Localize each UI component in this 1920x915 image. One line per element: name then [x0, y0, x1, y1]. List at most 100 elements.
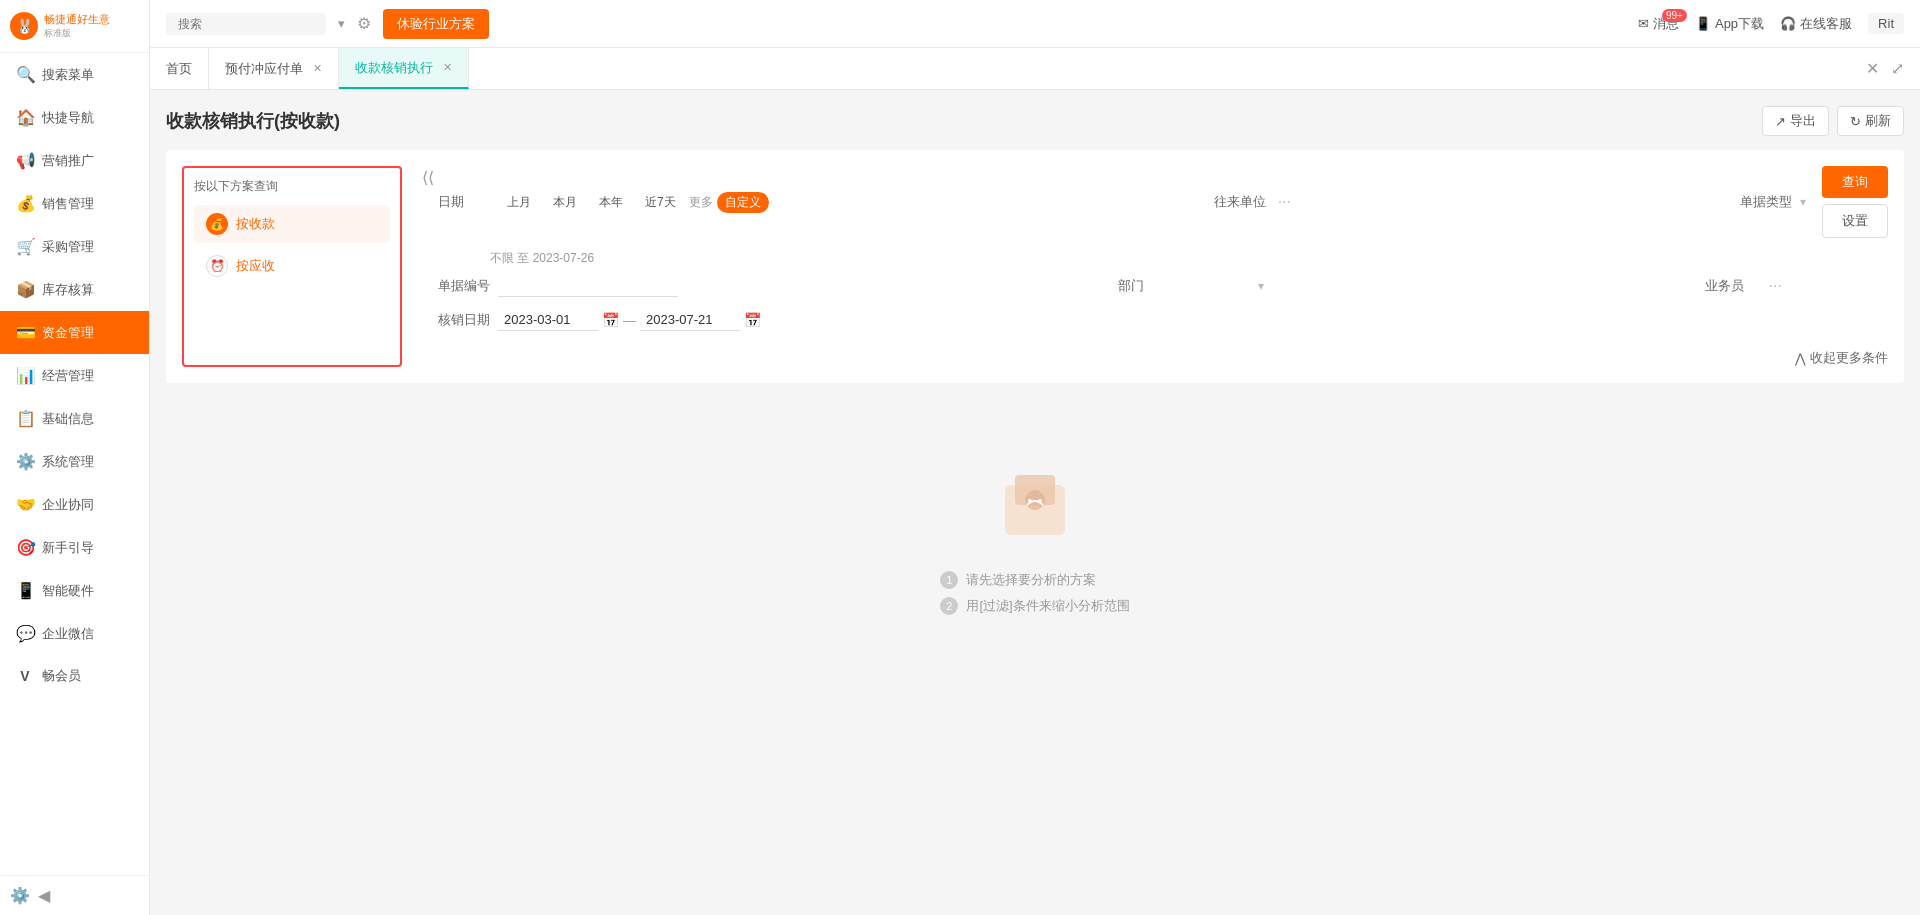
sidebar-item-basic-info[interactable]: 📋 基础信息 — [0, 397, 149, 440]
date-last-month-btn[interactable]: 上月 — [498, 191, 540, 214]
staff-label: 业务员 — [1705, 277, 1757, 295]
filter-panel: 按以下方案查询 💰 按收款 ⏰ 按应收 ⟨⟨ 日期 — [166, 150, 1904, 383]
date-last-7-days-btn[interactable]: 近7天 — [636, 191, 685, 214]
verify-start-input[interactable] — [498, 309, 598, 331]
tab-expand-action[interactable]: ⤢ — [1887, 55, 1908, 82]
page-header: 收款核销执行(按收款) ↗ 导出 ↻ 刷新 — [166, 106, 1904, 136]
sidebar-item-label: 畅会员 — [42, 667, 81, 685]
membership-icon: V — [16, 668, 34, 684]
sidebar-item-beginner[interactable]: 🎯 新手引导 — [0, 526, 149, 569]
tab-home[interactable]: 首页 — [150, 48, 209, 89]
date-this-year-btn[interactable]: 本年 — [590, 191, 632, 214]
collapse-more-label: 收起更多条件 — [1810, 349, 1888, 367]
verify-start-cal-icon[interactable]: 📅 — [602, 312, 619, 328]
date-more-btn[interactable]: 更多 — [689, 194, 713, 211]
doc-type-select[interactable]: ▾ — [1800, 195, 1806, 209]
search-button[interactable]: 查询 — [1822, 166, 1888, 198]
industry-btn[interactable]: 休验行业方案 — [383, 9, 489, 39]
sidebar-item-label: 搜索菜单 — [42, 66, 94, 84]
sales-icon: 💰 — [16, 194, 34, 213]
filter-option-by-receipt[interactable]: 💰 按收款 — [194, 205, 390, 243]
sidebar-collapse-icon[interactable]: ◀ — [38, 886, 50, 905]
date-buttons: 上月 本月 本年 近7天 更多 自定义 — [498, 191, 769, 214]
sidebar-item-operations[interactable]: 📊 经营管理 — [0, 354, 149, 397]
staff-input[interactable]: ··· — [1765, 277, 1786, 295]
tab-receipts[interactable]: 收款核销执行 ✕ — [339, 48, 469, 89]
doc-no-input[interactable] — [498, 275, 678, 297]
filter-scheme-selector: 按以下方案查询 💰 按收款 ⏰ 按应收 — [182, 166, 402, 367]
sidebar-item-search-menu[interactable]: 🔍 搜索菜单 — [0, 53, 149, 96]
filter-row-3: 核销日期 📅 — 📅 — [438, 309, 1888, 331]
service-icon: 🎧 — [1780, 16, 1796, 31]
sidebar-item-label: 采购管理 — [42, 238, 94, 256]
filter-option-by-receivable[interactable]: ⏰ 按应收 — [194, 247, 390, 285]
filter-scheme-title: 按以下方案查询 — [194, 178, 390, 195]
sidebar-item-label: 资金管理 — [42, 324, 94, 342]
sidebar-item-sales[interactable]: 💰 销售管理 — [0, 182, 149, 225]
topbar-app-btn[interactable]: 📱 App下载 — [1695, 15, 1764, 33]
counterpart-label: 往来单位 — [1214, 193, 1266, 211]
dept-select[interactable]: ▾ — [1258, 279, 1264, 293]
export-button[interactable]: ↗ 导出 — [1762, 106, 1829, 136]
sidebar-item-wechat[interactable]: 💬 企业微信 — [0, 612, 149, 655]
empty-icon — [985, 455, 1085, 555]
verify-date-range: 📅 — 📅 — [498, 309, 761, 331]
page-title: 收款核销执行(按收款) — [166, 109, 340, 133]
doc-no-field: 单据编号 — [438, 275, 678, 297]
receivable-option-icon: ⏰ — [206, 255, 228, 277]
topbar-user[interactable]: Rit — [1868, 13, 1904, 34]
counterpart-input[interactable]: ··· — [1274, 193, 1295, 211]
empty-hint-2: 2 用[过滤]条件来缩小分析范围 — [940, 597, 1129, 615]
basic-info-icon: 📋 — [16, 409, 34, 428]
sidebar-item-marketing[interactable]: 📢 营销推广 — [0, 139, 149, 182]
tab-close-action[interactable]: ✕ — [1862, 55, 1883, 82]
app-label: App下载 — [1715, 15, 1764, 33]
collapse-more-icon: ⋀ — [1795, 351, 1806, 366]
receivable-option-label: 按应收 — [236, 257, 275, 275]
refresh-label: 刷新 — [1865, 112, 1891, 130]
filter-row-1: 日期 上月 本月 本年 近7天 更多 自定义 往来单位 ··· — [438, 166, 1888, 238]
tab-home-label: 首页 — [166, 60, 192, 78]
topbar-search-input[interactable] — [166, 13, 326, 35]
hint-num-1: 1 — [940, 571, 958, 589]
wechat-icon: 💬 — [16, 624, 34, 643]
sidebar-item-finance[interactable]: 💳 资金管理 — [0, 311, 149, 354]
sidebar-item-system[interactable]: ⚙️ 系统管理 — [0, 440, 149, 483]
topbar: ▾ ⚙ 休验行业方案 ✉ 消息 99+ 📱 App下载 🎧 在线客服 Rit — [150, 0, 1920, 48]
sidebar-bottom: ⚙️ ◀ — [0, 875, 149, 915]
sidebar-item-enterprise[interactable]: 🤝 企业协同 — [0, 483, 149, 526]
sidebar-gear-icon[interactable]: ⚙️ — [10, 886, 30, 905]
tab-receipts-close[interactable]: ✕ — [443, 61, 452, 74]
finance-icon: 💳 — [16, 323, 34, 342]
sidebar-item-quick-nav[interactable]: 🏠 快捷导航 — [0, 96, 149, 139]
hint-num-2: 2 — [940, 597, 958, 615]
setting-button[interactable]: 设置 — [1822, 204, 1888, 238]
sidebar-item-label: 企业协同 — [42, 496, 94, 514]
topbar-service-btn[interactable]: 🎧 在线客服 — [1780, 15, 1852, 33]
collapse-left-arrow[interactable]: ⟨⟨ — [418, 168, 438, 187]
filter-row-2: 单据编号 部门 ▾ 业务员 ··· — [438, 275, 1888, 297]
sidebar-item-label: 新手引导 — [42, 539, 94, 557]
svg-point-4 — [1038, 499, 1042, 503]
tab-prepay[interactable]: 预付冲应付单 ✕ — [209, 48, 339, 89]
sidebar-item-membership[interactable]: V 畅会员 — [0, 655, 149, 697]
sidebar-item-purchase[interactable]: 🛒 采购管理 — [0, 225, 149, 268]
sidebar-item-inventory[interactable]: 📦 库存核算 — [0, 268, 149, 311]
date-this-month-btn[interactable]: 本月 — [544, 191, 586, 214]
sidebar-item-label: 系统管理 — [42, 453, 94, 471]
purchase-icon: 🛒 — [16, 237, 34, 256]
doc-type-label: 单据类型 — [1740, 193, 1792, 211]
dept-label: 部门 — [1118, 277, 1170, 295]
verify-end-cal-icon[interactable]: 📅 — [744, 312, 761, 328]
topbar-dropdown-icon[interactable]: ▾ — [338, 16, 345, 31]
marketing-icon: 📢 — [16, 151, 34, 170]
sidebar-item-smart-hardware[interactable]: 📱 智能硬件 — [0, 569, 149, 612]
topbar-gear-icon[interactable]: ⚙ — [357, 14, 371, 33]
topbar-message-btn[interactable]: ✉ 消息 99+ — [1638, 15, 1679, 33]
verify-end-input[interactable] — [640, 309, 740, 331]
collapse-more-button[interactable]: ⋀ 收起更多条件 — [1795, 349, 1888, 367]
tab-prepay-close[interactable]: ✕ — [313, 62, 322, 75]
refresh-button[interactable]: ↻ 刷新 — [1837, 106, 1904, 136]
date-custom-btn[interactable]: 自定义 — [717, 192, 769, 213]
svg-point-3 — [1028, 499, 1032, 503]
